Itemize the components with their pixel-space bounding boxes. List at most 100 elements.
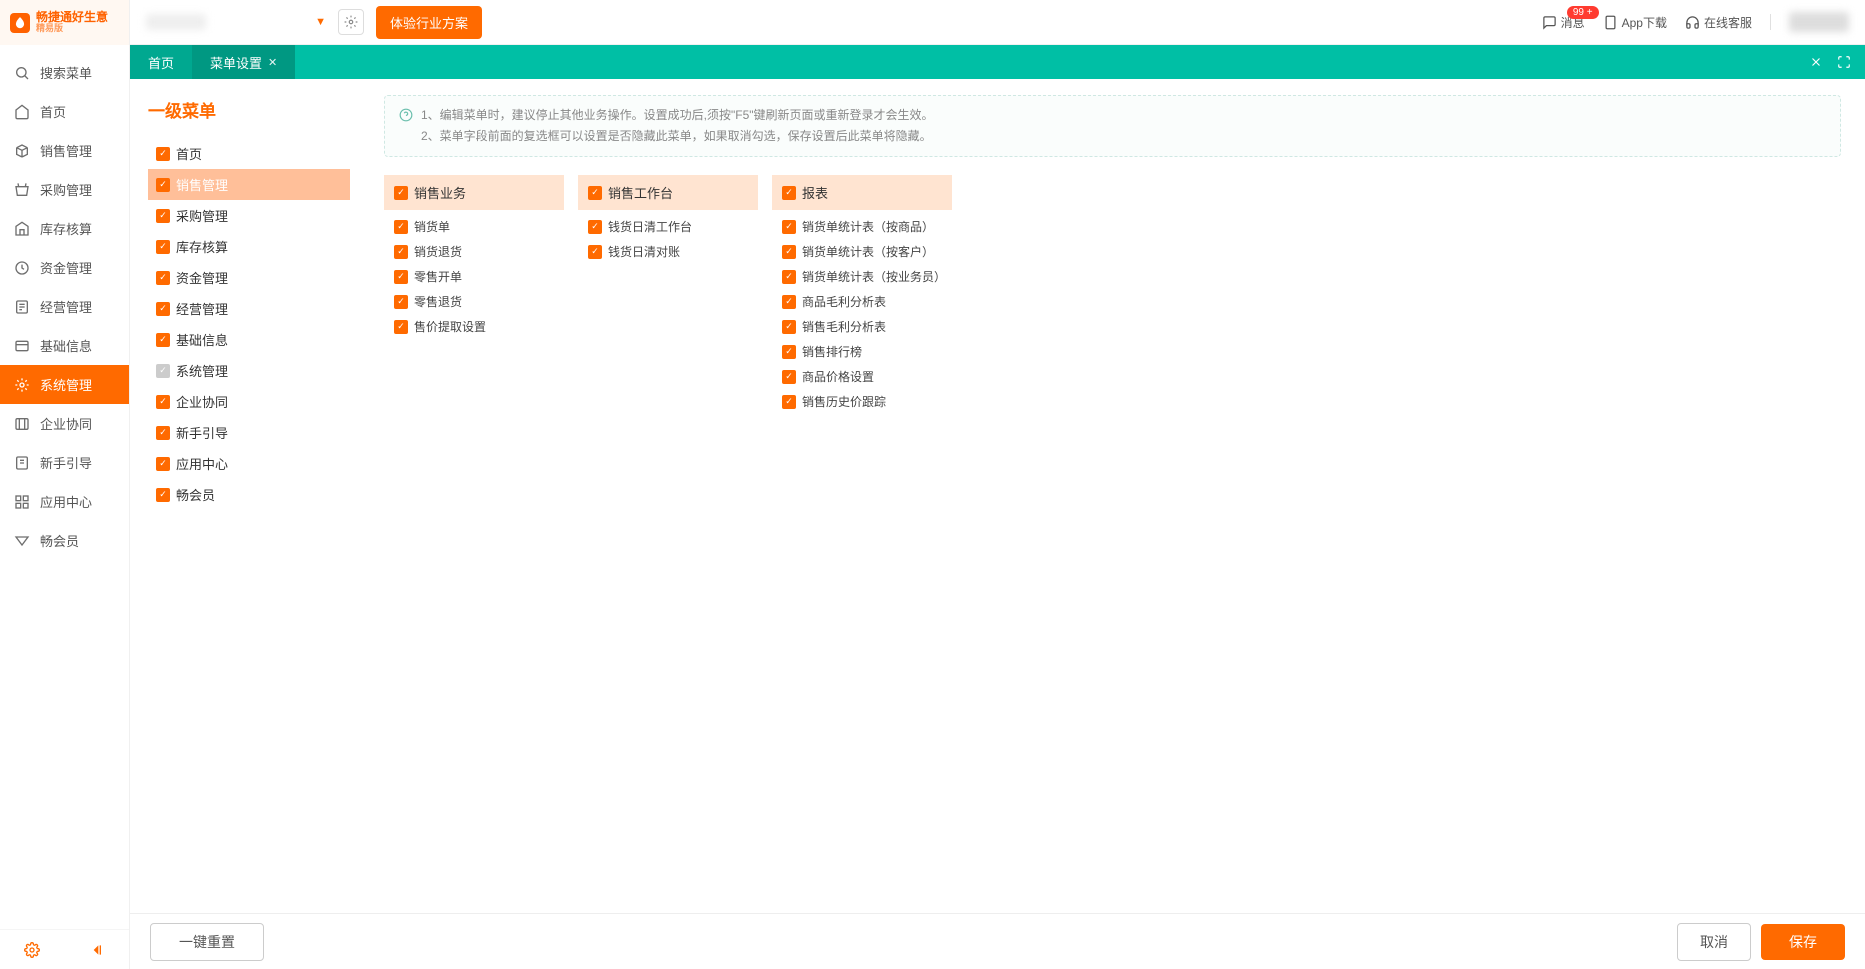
level1-menu-item[interactable]: ✓资金管理 xyxy=(148,262,350,293)
reset-button[interactable]: 一键重置 xyxy=(150,923,264,961)
checkbox-icon[interactable]: ✓ xyxy=(156,302,170,316)
checkbox-icon[interactable]: ✓ xyxy=(394,186,408,200)
sidebar-item[interactable]: 销售管理 xyxy=(0,131,129,170)
menu-group-item[interactable]: ✓零售开单 xyxy=(394,268,554,285)
org-name-blur xyxy=(146,14,206,30)
close-all-tabs-icon[interactable] xyxy=(1807,53,1825,71)
level1-menu-item[interactable]: ✓畅会员 xyxy=(148,479,350,510)
checkbox-icon[interactable]: ✓ xyxy=(588,245,602,259)
checkbox-icon[interactable]: ✓ xyxy=(782,395,796,409)
nav-icon xyxy=(14,377,30,393)
org-selector[interactable]: ▼ xyxy=(146,14,326,30)
sidebar-item[interactable]: 首页 xyxy=(0,92,129,131)
tab[interactable]: 菜单设置✕ xyxy=(192,45,295,79)
level1-menu-item[interactable]: ✓库存核算 xyxy=(148,231,350,262)
checkbox-icon[interactable]: ✓ xyxy=(782,320,796,334)
menu-group-item[interactable]: ✓销货单统计表（按业务员） xyxy=(782,268,942,285)
sidebar-item[interactable]: 经营管理 xyxy=(0,287,129,326)
menu-group-item[interactable]: ✓销售毛利分析表 xyxy=(782,318,942,335)
checkbox-icon[interactable]: ✓ xyxy=(156,426,170,440)
checkbox-icon[interactable]: ✓ xyxy=(156,395,170,409)
user-profile[interactable] xyxy=(1789,12,1849,32)
sidebar-item[interactable]: 新手引导 xyxy=(0,443,129,482)
checkbox-icon[interactable]: ✓ xyxy=(588,220,602,234)
menu-group-item[interactable]: ✓销货单统计表（按商品） xyxy=(782,218,942,235)
checkbox-icon[interactable]: ✓ xyxy=(156,488,170,502)
menu-group-item-label: 销货单统计表（按客户） xyxy=(802,243,934,260)
level1-menu-item[interactable]: ✓经营管理 xyxy=(148,293,350,324)
online-service-button[interactable]: 在线客服 xyxy=(1685,14,1752,31)
level1-menu-item[interactable]: ✓ 首页 xyxy=(148,138,350,169)
menu-group-header[interactable]: ✓销售业务 xyxy=(384,175,564,210)
menu-group-item[interactable]: ✓零售退货 xyxy=(394,293,554,310)
save-button[interactable]: 保存 xyxy=(1761,924,1845,960)
checkbox-icon[interactable]: ✓ xyxy=(156,178,170,192)
checkbox-icon[interactable]: ✓ xyxy=(156,271,170,285)
menu-group-item[interactable]: ✓ 销货退货 xyxy=(394,243,554,260)
checkbox-icon[interactable]: ✓ xyxy=(156,209,170,223)
menu-group-item[interactable]: ✓钱货日清对账 xyxy=(588,243,748,260)
checkbox-icon[interactable]: ✓ xyxy=(782,370,796,384)
checkbox-icon[interactable]: ✓ xyxy=(782,295,796,309)
checkbox-icon[interactable]: ✓ xyxy=(156,364,170,378)
menu-group-item[interactable]: ✓ 销货单统计表（按客户） xyxy=(782,243,942,260)
level1-menu-item-label: 企业协同 xyxy=(176,392,228,411)
menu-group-item[interactable]: ✓钱货日清工作台 xyxy=(588,218,748,235)
level1-menu-item-label: 首页 xyxy=(176,144,202,163)
menu-group-item-label: 销货退货 xyxy=(414,243,462,260)
menu-group-item[interactable]: ✓销货单 xyxy=(394,218,554,235)
nav-icon xyxy=(14,260,30,276)
level1-menu-item[interactable]: ✓销售管理 xyxy=(148,169,350,200)
level1-menu-item-label: 系统管理 xyxy=(176,361,228,380)
collapse-icon[interactable] xyxy=(89,942,105,958)
checkbox-icon[interactable]: ✓ xyxy=(782,220,796,234)
fullscreen-icon[interactable] xyxy=(1835,53,1853,71)
menu-group-item[interactable]: ✓销售历史价跟踪 xyxy=(782,393,942,410)
industry-cta-button[interactable]: 体验行业方案 xyxy=(376,6,482,39)
messages-button[interactable]: 消息 99 + xyxy=(1542,14,1585,31)
level1-menu-item[interactable]: ✓采购管理 xyxy=(148,200,350,231)
header-settings-button[interactable] xyxy=(338,9,364,35)
sidebar-item[interactable]: 搜索菜单 xyxy=(0,53,129,92)
checkbox-icon[interactable]: ✓ xyxy=(588,186,602,200)
menu-group-item[interactable]: ✓商品价格设置 xyxy=(782,368,942,385)
level1-menu-item[interactable]: ✓应用中心 xyxy=(148,448,350,479)
level1-menu-item[interactable]: ✓基础信息 xyxy=(148,324,350,355)
menu-group-item[interactable]: ✓商品毛利分析表 xyxy=(782,293,942,310)
tab-close-icon[interactable]: ✕ xyxy=(268,56,277,69)
checkbox-icon[interactable]: ✓ xyxy=(782,345,796,359)
checkbox-icon[interactable]: ✓ xyxy=(394,320,408,334)
nav-icon xyxy=(14,338,30,354)
tab[interactable]: 首页 xyxy=(130,45,192,79)
sidebar-item[interactable]: 畅会员 xyxy=(0,521,129,560)
checkbox-icon[interactable]: ✓ xyxy=(156,147,170,161)
menu-group-item[interactable]: ✓销售排行榜 xyxy=(782,343,942,360)
checkbox-icon[interactable]: ✓ xyxy=(782,270,796,284)
sidebar-item[interactable]: 采购管理 xyxy=(0,170,129,209)
sidebar-item[interactable]: 系统管理 xyxy=(0,365,129,404)
checkbox-icon[interactable]: ✓ xyxy=(782,245,796,259)
sidebar-item[interactable]: 资金管理 xyxy=(0,248,129,287)
checkbox-icon[interactable]: ✓ xyxy=(394,220,408,234)
checkbox-icon[interactable]: ✓ xyxy=(156,240,170,254)
logo-edition: 精易版 xyxy=(36,24,108,34)
level1-menu-item[interactable]: ✓ 系统管理 xyxy=(148,355,350,386)
checkbox-icon[interactable]: ✓ xyxy=(156,333,170,347)
menu-group-item[interactable]: ✓售价提取设置 xyxy=(394,318,554,335)
menu-group-header[interactable]: ✓报表 xyxy=(772,175,952,210)
checkbox-icon[interactable]: ✓ xyxy=(394,245,408,259)
checkbox-icon[interactable]: ✓ xyxy=(394,270,408,284)
checkbox-icon[interactable]: ✓ xyxy=(156,457,170,471)
level1-menu-item[interactable]: ✓ 企业协同 xyxy=(148,386,350,417)
app-download-button[interactable]: App下载 xyxy=(1603,14,1667,31)
cancel-button[interactable]: 取消 xyxy=(1677,923,1751,961)
sidebar-item[interactable]: 应用中心 xyxy=(0,482,129,521)
checkbox-icon[interactable]: ✓ xyxy=(394,295,408,309)
sidebar-item[interactable]: 库存核算 xyxy=(0,209,129,248)
sidebar-item[interactable]: 基础信息 xyxy=(0,326,129,365)
level1-menu-item[interactable]: ✓新手引导 xyxy=(148,417,350,448)
settings-icon[interactable] xyxy=(24,942,40,958)
sidebar-item[interactable]: 企业协同 xyxy=(0,404,129,443)
checkbox-icon[interactable]: ✓ xyxy=(782,186,796,200)
menu-group-header[interactable]: ✓销售工作台 xyxy=(578,175,758,210)
